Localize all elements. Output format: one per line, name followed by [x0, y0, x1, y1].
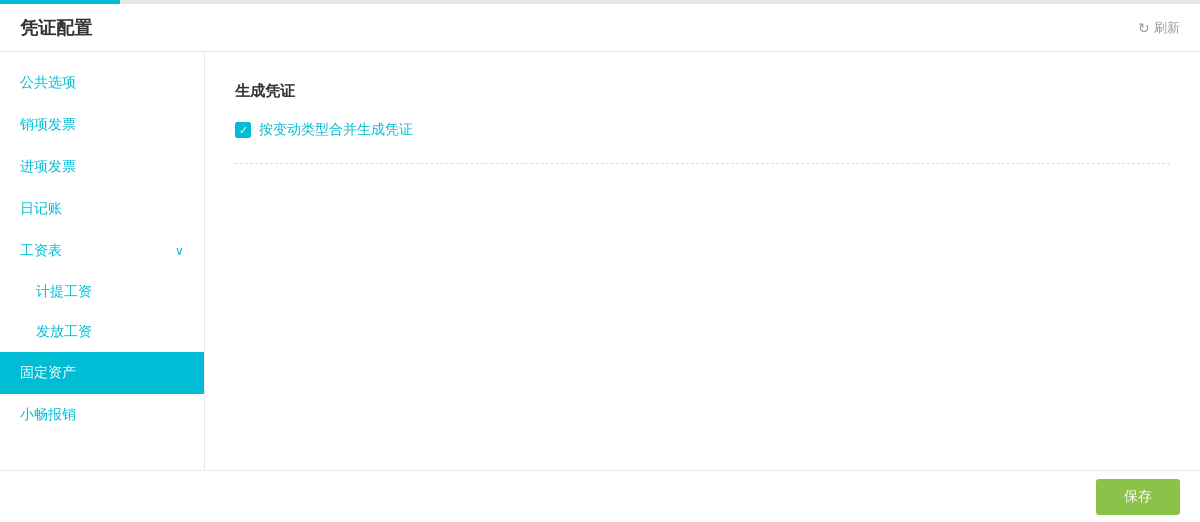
checkbox-row: ✓ 按变动类型合并生成凭证	[235, 121, 1170, 139]
section-divider	[235, 163, 1170, 164]
sidebar-item-label-sales-invoice: 销项发票	[20, 116, 76, 134]
merge-by-type-checkbox[interactable]: ✓	[235, 122, 251, 138]
sidebar-item-label-payroll-issue: 发放工资	[36, 323, 92, 341]
merge-by-type-label[interactable]: 按变动类型合并生成凭证	[259, 121, 413, 139]
sidebar: 公共选项 销项发票 进项发票 日记账 工资表 ∨ 计提工资 发放工资 固定资产 …	[0, 52, 205, 470]
refresh-button[interactable]: ↻ 刷新	[1138, 19, 1180, 37]
sidebar-item-sales-invoice[interactable]: 销项发票	[0, 104, 204, 146]
top-nav-active-indicator	[0, 0, 120, 4]
sidebar-item-payroll-issue[interactable]: 发放工资	[0, 312, 204, 352]
page-title: 凭证配置	[20, 16, 92, 40]
sidebar-item-label-purchase-invoice: 进项发票	[20, 158, 76, 176]
sidebar-item-payroll[interactable]: 工资表 ∨	[0, 230, 204, 272]
sidebar-item-expense[interactable]: 小畅报销	[0, 394, 204, 436]
sidebar-item-label-expense: 小畅报销	[20, 406, 76, 424]
sidebar-item-accrual-payroll[interactable]: 计提工资	[0, 272, 204, 312]
sidebar-item-label-payroll: 工资表	[20, 242, 62, 260]
sidebar-item-journal[interactable]: 日记账	[0, 188, 204, 230]
sidebar-item-label-fixed-assets: 固定资产	[20, 364, 76, 382]
top-nav-bar	[0, 0, 1200, 4]
main-layout: 公共选项 销项发票 进项发票 日记账 工资表 ∨ 计提工资 发放工资 固定资产 …	[0, 52, 1200, 470]
page-header: 凭证配置 ↻ 刷新	[0, 4, 1200, 52]
sidebar-item-label-journal: 日记账	[20, 200, 62, 218]
check-mark-icon: ✓	[239, 125, 248, 136]
sidebar-item-purchase-invoice[interactable]: 进项发票	[0, 146, 204, 188]
refresh-label: 刷新	[1154, 19, 1180, 37]
refresh-icon: ↻	[1138, 20, 1150, 36]
sidebar-item-label-public: 公共选项	[20, 74, 76, 92]
sidebar-item-public[interactable]: 公共选项	[0, 62, 204, 104]
chevron-down-icon: ∨	[175, 244, 184, 258]
section-title: 生成凭证	[235, 82, 1170, 101]
content-area: 生成凭证 ✓ 按变动类型合并生成凭证	[205, 52, 1200, 470]
sidebar-item-fixed-assets[interactable]: 固定资产	[0, 352, 204, 394]
page-footer: 保存	[0, 470, 1200, 522]
sidebar-item-label-accrual-payroll: 计提工资	[36, 283, 92, 301]
save-button[interactable]: 保存	[1096, 479, 1180, 515]
